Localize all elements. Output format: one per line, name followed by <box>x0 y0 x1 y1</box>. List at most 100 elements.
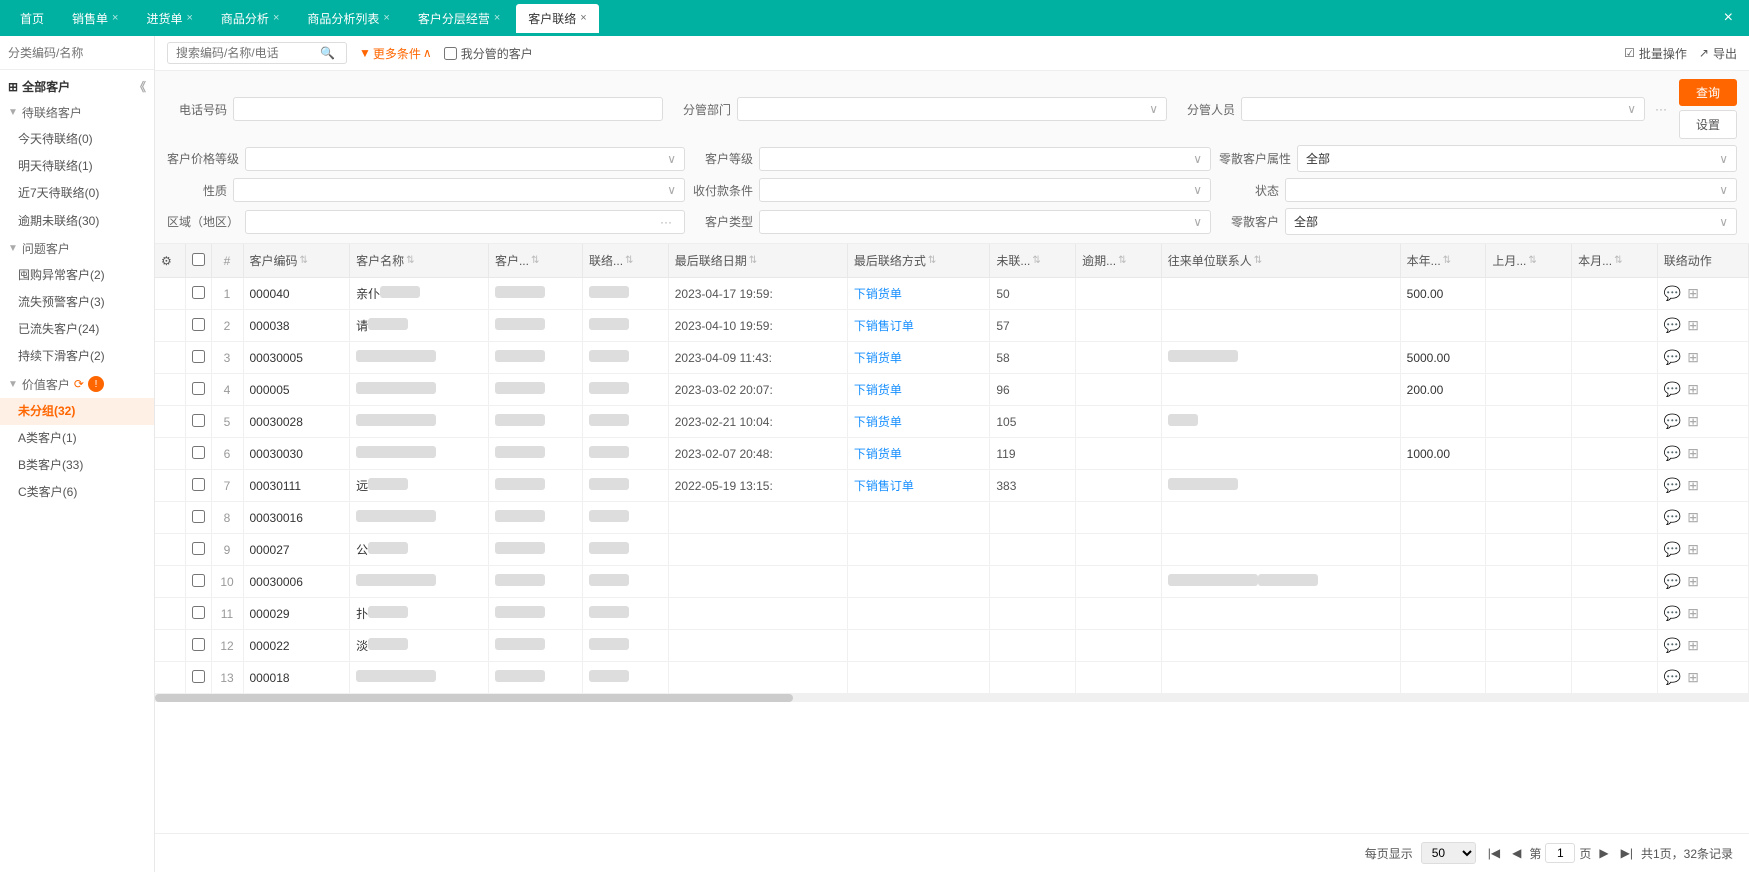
type-sort-icon[interactable]: ⇅ <box>531 255 539 266</box>
row-last-method[interactable] <box>847 598 989 630</box>
code-sort-icon[interactable]: ⇅ <box>300 255 308 266</box>
row-last-method[interactable]: 下销货单 <box>847 278 989 310</box>
filter-region-dots[interactable]: ··· <box>656 215 676 229</box>
nav-customer-tier[interactable]: 客户分层经营 × <box>406 4 512 33</box>
chat-icon[interactable]: 💬 <box>1664 445 1681 462</box>
this-month-header[interactable]: 本月... ⇅ <box>1572 244 1658 278</box>
row-checkbox[interactable] <box>192 478 205 491</box>
nav-home[interactable]: 首页 <box>8 4 56 33</box>
grid-action-icon[interactable]: ⊞ <box>1687 285 1699 302</box>
year-amount-sort-icon[interactable]: ⇅ <box>1443 255 1451 266</box>
sidebar-item-today-pending[interactable]: 今天待联络(0) <box>0 126 154 153</box>
row-checkbox-cell[interactable] <box>185 438 211 470</box>
filter-person-dots[interactable]: ··· <box>1651 102 1671 116</box>
row-checkbox[interactable] <box>192 446 205 459</box>
filter-scatter-attr-select[interactable]: 全部 ∨ <box>1297 145 1737 172</box>
last-date-header[interactable]: 最后联络日期 ⇅ <box>668 244 847 278</box>
last-method-header[interactable]: 最后联络方式 ⇅ <box>847 244 989 278</box>
bulk-ops-button[interactable]: ☑ 批量操作 <box>1624 45 1687 62</box>
problem-group-title[interactable]: ▼ 问题客户 <box>0 235 154 262</box>
sidebar-item-class-c[interactable]: C类客户(6) <box>0 479 154 506</box>
my-customers-checkbox[interactable]: 我分管的客户 <box>444 45 533 62</box>
chat-icon[interactable]: 💬 <box>1664 349 1681 366</box>
all-customers-header[interactable]: ⊞ 全部客户 《 <box>0 70 154 99</box>
grid-action-icon[interactable]: ⊞ <box>1687 477 1699 494</box>
sidebar-collapse-button[interactable]: 《 <box>134 78 146 95</box>
sidebar-item-declining[interactable]: 持续下滑客户(2) <box>0 343 154 370</box>
chat-icon[interactable]: 💬 <box>1664 605 1681 622</box>
horizontal-scrollbar[interactable] <box>155 694 1749 702</box>
grid-action-icon[interactable]: ⊞ <box>1687 573 1699 590</box>
row-checkbox[interactable] <box>192 350 205 363</box>
nav-goods-list-close[interactable]: × <box>383 12 389 24</box>
row-checkbox[interactable] <box>192 638 205 651</box>
row-checkbox-cell[interactable] <box>185 278 211 310</box>
row-checkbox-cell[interactable] <box>185 630 211 662</box>
filter-person-select[interactable]: ∨ <box>1241 97 1645 121</box>
row-checkbox-cell[interactable] <box>185 342 211 374</box>
row-last-method[interactable]: 下销货单 <box>847 438 989 470</box>
refresh-icon[interactable]: ⟳ <box>74 377 84 391</box>
row-last-method[interactable] <box>847 630 989 662</box>
this-month-sort-icon[interactable]: ⇅ <box>1614 255 1622 266</box>
grid-action-icon[interactable]: ⊞ <box>1687 541 1699 558</box>
row-checkbox[interactable] <box>192 414 205 427</box>
first-page-button[interactable]: |◀ <box>1484 844 1504 862</box>
chat-icon[interactable]: 💬 <box>1664 381 1681 398</box>
row-last-method[interactable]: 下销货单 <box>847 406 989 438</box>
row-last-method[interactable]: 下销售订单 <box>847 470 989 502</box>
last-month-header[interactable]: 上月... ⇅ <box>1486 244 1572 278</box>
page-input[interactable] <box>1545 843 1575 863</box>
chat-icon[interactable]: 💬 <box>1664 477 1681 494</box>
contact-sort-icon[interactable]: ⇅ <box>625 255 633 266</box>
row-checkbox[interactable] <box>192 510 205 523</box>
chat-icon[interactable]: 💬 <box>1664 637 1681 654</box>
sidebar-item-churned[interactable]: 已流失客户(24) <box>0 316 154 343</box>
no-contact-sort-icon[interactable]: ⇅ <box>1032 255 1040 266</box>
contact-header[interactable]: 联络... ⇅ <box>583 244 669 278</box>
year-amount-header[interactable]: 本年... ⇅ <box>1400 244 1486 278</box>
overdue-header[interactable]: 逾期... ⇅ <box>1076 244 1162 278</box>
code-header[interactable]: 客户编码 ⇅ <box>243 244 350 278</box>
filter-region-select[interactable]: ··· <box>245 210 685 234</box>
pending-group-title[interactable]: ▼ 待联络客户 <box>0 99 154 126</box>
row-checkbox[interactable] <box>192 286 205 299</box>
nav-sales[interactable]: 销售单 × <box>60 4 130 33</box>
reset-button[interactable]: 设置 <box>1679 110 1737 139</box>
row-checkbox[interactable] <box>192 574 205 587</box>
settings-header[interactable]: ⚙ <box>155 244 185 278</box>
chat-icon[interactable]: 💬 <box>1664 317 1681 334</box>
row-checkbox[interactable] <box>192 670 205 683</box>
chat-icon[interactable]: 💬 <box>1664 509 1681 526</box>
nav-customer-contact-close[interactable]: × <box>580 12 586 24</box>
row-checkbox[interactable] <box>192 382 205 395</box>
grid-action-icon[interactable]: ⊞ <box>1687 637 1699 654</box>
filter-status-select[interactable]: ∨ <box>1285 178 1737 202</box>
row-checkbox-cell[interactable] <box>185 534 211 566</box>
nav-purchase-close[interactable]: × <box>186 12 192 24</box>
filter-payment-select[interactable]: ∨ <box>759 178 1211 202</box>
nav-purchase[interactable]: 进货单 × <box>134 4 204 33</box>
sidebar-item-class-b[interactable]: B类客户(33) <box>0 452 154 479</box>
chat-icon[interactable]: 💬 <box>1664 573 1681 590</box>
row-checkbox-cell[interactable] <box>185 310 211 342</box>
page-size-select[interactable]: 50 100 200 <box>1421 842 1476 864</box>
sidebar-search-bar[interactable]: 🔍 <box>0 36 154 70</box>
type-header[interactable]: 客户... ⇅ <box>488 244 582 278</box>
my-customers-checkbox-input[interactable] <box>444 47 457 60</box>
sidebar-item-7days-pending[interactable]: 近7天待联络(0) <box>0 180 154 207</box>
filter-dept-select[interactable]: ∨ <box>737 97 1167 121</box>
settings-icon[interactable]: ⚙ <box>161 254 172 268</box>
grid-action-icon[interactable]: ⊞ <box>1687 381 1699 398</box>
row-checkbox-cell[interactable] <box>185 566 211 598</box>
export-button[interactable]: ↗ 导出 <box>1699 45 1737 62</box>
grid-action-icon[interactable]: ⊞ <box>1687 669 1699 686</box>
value-group-title[interactable]: ▼ 价值客户 ⟳ ! <box>0 371 154 398</box>
sidebar-item-abnormal[interactable]: 囤购异常客户(2) <box>0 262 154 289</box>
sidebar-item-class-a[interactable]: A类客户(1) <box>0 425 154 452</box>
row-checkbox[interactable] <box>192 318 205 331</box>
nav-goods-analysis-close[interactable]: × <box>273 12 279 24</box>
last-page-button[interactable]: ▶| <box>1617 844 1637 862</box>
filter-customer-type-select[interactable]: ∨ <box>759 210 1211 234</box>
filter-customer-level-select[interactable]: ∨ <box>759 147 1211 171</box>
